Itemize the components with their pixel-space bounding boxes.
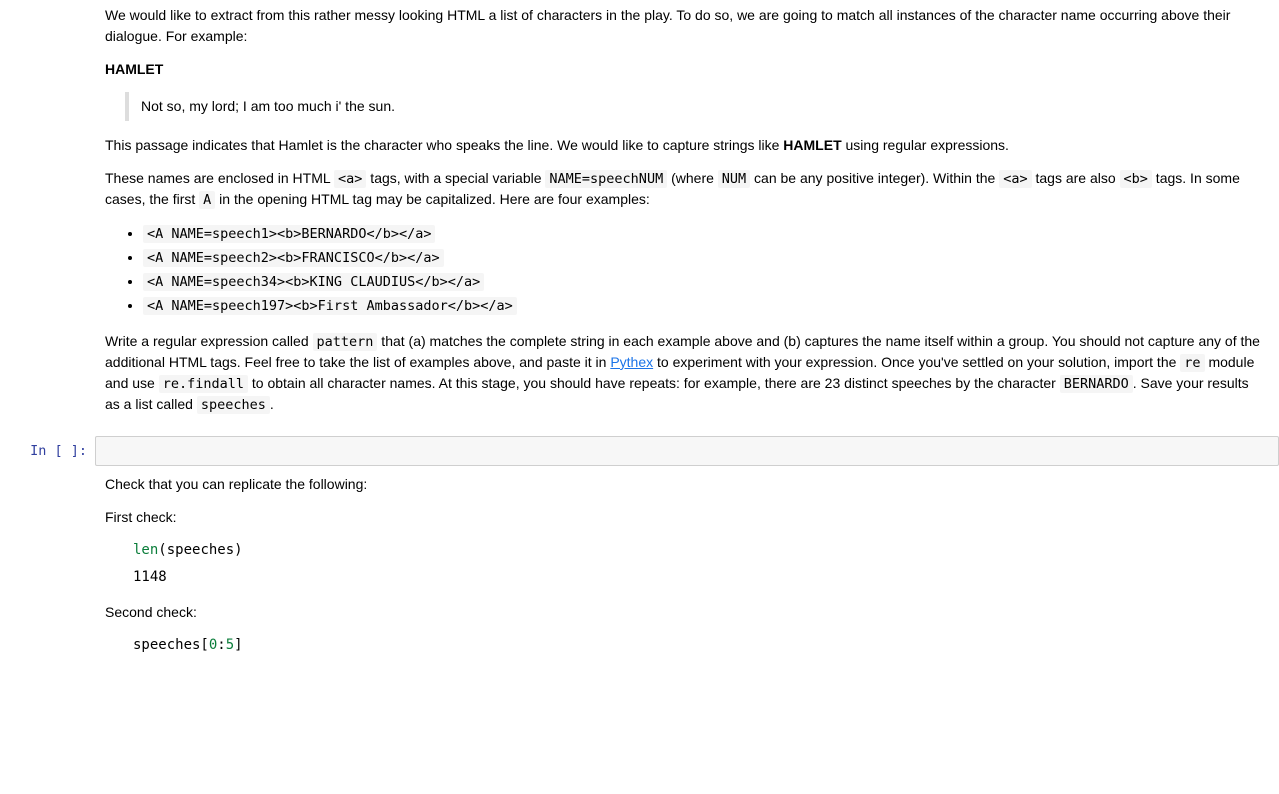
- code-name-var: NAME=speechNUM: [545, 170, 667, 188]
- list-item: <A NAME=speech34><b>KING CLAUDIUS</b></a…: [143, 271, 1264, 292]
- first-check-label: First check:: [105, 507, 1264, 528]
- intro-paragraph: We would like to extract from this rathe…: [105, 5, 1264, 47]
- enc-text-3: (where: [667, 170, 718, 186]
- passage-text-1: This passage indicates that Hamlet is th…: [105, 137, 783, 153]
- code-input-area[interactable]: [95, 436, 1279, 466]
- enc-text-5: tags are also: [1032, 170, 1120, 186]
- code-speeches: speeches: [197, 396, 270, 414]
- second-check-block: speeches[0:5]: [133, 635, 1264, 656]
- cell-prompt-empty: [0, 3, 95, 430]
- enc-text-1: These names are enclosed in HTML: [105, 170, 334, 186]
- dialogue-quote: Not so, my lord; I am too much i' the su…: [125, 92, 1264, 121]
- list-item: <A NAME=speech2><b>FRANCISCO</b></a>: [143, 247, 1264, 268]
- enc-text-4: can be any positive integer). Within the: [750, 170, 999, 186]
- hamlet-bold: HAMLET: [105, 61, 163, 77]
- slice-end: 5: [226, 637, 234, 653]
- markdown-content: We would like to extract from this rathe…: [95, 3, 1279, 430]
- len-call: len(speeches): [133, 540, 1264, 561]
- enc-text-2: tags, with a special variable: [366, 170, 545, 186]
- list-item: <A NAME=speech197><b>First Ambassador</b…: [143, 295, 1264, 316]
- example-code-1: <A NAME=speech1><b>BERNARDO</b></a>: [143, 225, 435, 243]
- second-check-label: Second check:: [105, 602, 1264, 623]
- character-name-heading: HAMLET: [105, 59, 1264, 80]
- passage-paragraph: This passage indicates that Hamlet is th…: [105, 135, 1264, 156]
- enclosed-paragraph: These names are enclosed in HTML <a> tag…: [105, 168, 1264, 211]
- slice-expr: speeches[0:5]: [133, 635, 1264, 656]
- write-text-1: Write a regular expression called: [105, 333, 313, 349]
- example-code-2: <A NAME=speech2><b>FRANCISCO</b></a>: [143, 249, 444, 267]
- enc-text-7: in the opening HTML tag may be capitaliz…: [215, 191, 650, 207]
- markdown-content: Check that you can replicate the followi…: [95, 472, 1279, 672]
- cell-prompt-empty: [0, 472, 95, 672]
- write-text-7: .: [270, 396, 274, 412]
- code-capital-a: A: [199, 191, 215, 209]
- example-code-3: <A NAME=speech34><b>KING CLAUDIUS</b></a…: [143, 273, 484, 291]
- list-item: <A NAME=speech1><b>BERNARDO</b></a>: [143, 223, 1264, 244]
- first-check-block: len(speeches) 1148: [133, 540, 1264, 588]
- code-a-tag-2: <a>: [999, 170, 1031, 188]
- pythex-link[interactable]: Pythex: [610, 354, 653, 370]
- code-b-tag: <b>: [1120, 170, 1152, 188]
- len-args: (speeches): [158, 542, 242, 558]
- write-regex-paragraph: Write a regular expression called patter…: [105, 331, 1264, 416]
- code-re: re: [1180, 354, 1204, 372]
- write-text-5: to obtain all character names. At this s…: [248, 375, 1060, 391]
- len-result: 1148: [133, 567, 1264, 588]
- code-a-tag: <a>: [334, 170, 366, 188]
- write-text-3: to experiment with your expression. Once…: [653, 354, 1180, 370]
- code-findall: re.findall: [159, 375, 248, 393]
- code-bernardo: BERNARDO: [1060, 375, 1133, 393]
- passage-hamlet-bold: HAMLET: [783, 137, 841, 153]
- check-intro: Check that you can replicate the followi…: [105, 474, 1264, 495]
- code-pattern: pattern: [313, 333, 378, 351]
- jupyter-notebook: We would like to extract from this rathe…: [0, 0, 1279, 675]
- code-num: NUM: [718, 170, 750, 188]
- len-fn: len: [133, 542, 158, 558]
- markdown-cell: Check that you can replicate the followi…: [0, 469, 1279, 675]
- examples-list: <A NAME=speech1><b>BERNARDO</b></a> <A N…: [105, 223, 1264, 317]
- markdown-cell: We would like to extract from this rathe…: [0, 0, 1279, 433]
- slice-prefix: speeches[: [133, 637, 209, 653]
- slice-suffix: ]: [234, 637, 242, 653]
- quote-text: Not so, my lord; I am too much i' the su…: [141, 98, 395, 114]
- slice-colon: :: [217, 637, 225, 653]
- input-prompt: In [ ]:: [0, 436, 95, 466]
- code-cell: In [ ]:: [0, 433, 1279, 469]
- example-code-4: <A NAME=speech197><b>First Ambassador</b…: [143, 297, 517, 315]
- passage-text-2: using regular expressions.: [842, 137, 1009, 153]
